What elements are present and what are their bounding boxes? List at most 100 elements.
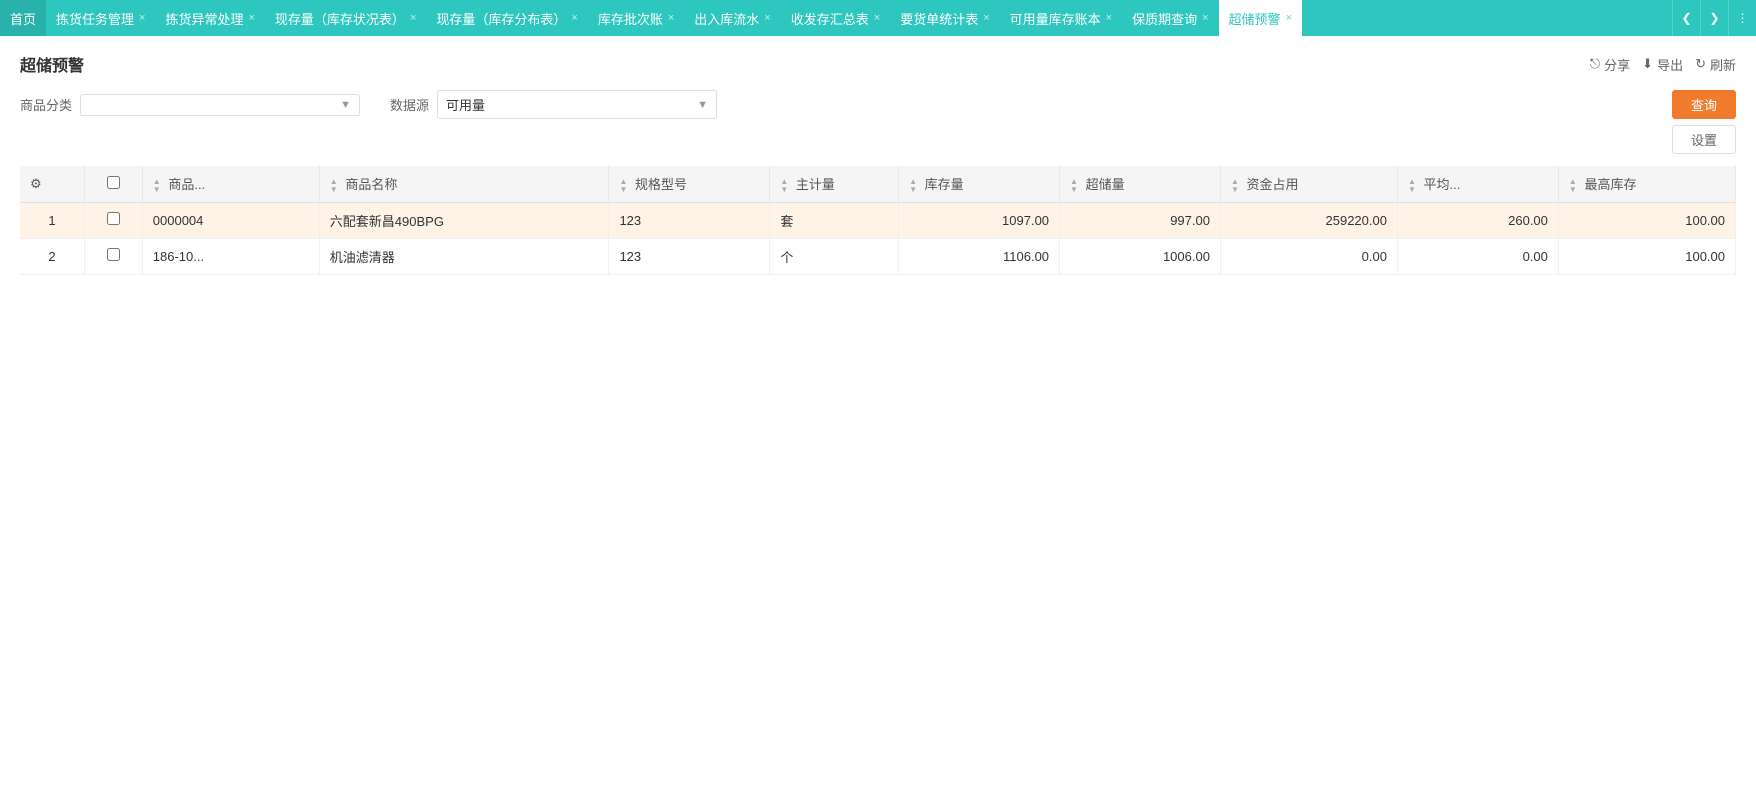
select-all-checkbox-header[interactable] — [84, 166, 142, 202]
row-spec-1: 123 — [609, 238, 770, 274]
nav-item-6[interactable]: 出入库流水 × — [684, 0, 780, 36]
datasource-chevron-icon: ▼ — [697, 99, 708, 111]
category-label: 商品分类 — [20, 95, 72, 114]
col-header-over[interactable]: ▲▼ 超储量 — [1060, 166, 1221, 202]
data-table: ⚙ ▲▼ 商品... ▲▼ 商品名称 ▲▼ 规格型号 ▲▼ — [20, 166, 1736, 275]
nav-item-label-10: 保质期查询 — [1132, 9, 1197, 28]
sort-maxstock-icon: ▲▼ — [1569, 178, 1577, 194]
sort-spec-icon: ▲▼ — [619, 178, 627, 194]
row-maxstock-0: 100.00 — [1558, 202, 1735, 238]
row-index-1: 2 — [20, 238, 84, 274]
nav-item-close-5[interactable]: × — [668, 12, 674, 24]
row-stock-0: 1097.00 — [899, 202, 1060, 238]
nav-item-label-6: 出入库流水 — [694, 9, 759, 28]
nav-item-label-0: 首页 — [10, 9, 36, 28]
category-chevron-icon: ▼ — [340, 99, 351, 111]
export-icon: ⬇ — [1642, 56, 1653, 72]
datasource-value: 可用量 — [446, 95, 485, 114]
nav-prev-arrow[interactable]: ❮ — [1672, 0, 1700, 36]
nav-item-0[interactable]: 首页 — [0, 0, 46, 36]
nav-item-close-3[interactable]: × — [410, 12, 416, 24]
share-button[interactable]: ⎋ 分享 — [1590, 55, 1630, 74]
category-select[interactable]: ▼ — [80, 94, 360, 116]
col-header-code[interactable]: ▲▼ 商品... — [142, 166, 319, 202]
nav-next-arrow[interactable]: ❯ — [1700, 0, 1728, 36]
nav-item-close-4[interactable]: × — [571, 12, 577, 24]
nav-item-close-7[interactable]: × — [874, 12, 880, 24]
col-header-maxstock[interactable]: ▲▼ 最高库存 — [1558, 166, 1735, 202]
refresh-button[interactable]: ↻ 刷新 — [1695, 55, 1736, 74]
row-checkbox-input-0[interactable] — [107, 212, 120, 225]
row-name-0: 六配套新昌490BPG — [319, 202, 609, 238]
table-row: 10000004六配套新昌490BPG123套1097.00997.002592… — [20, 202, 1736, 238]
nav-item-close-11[interactable]: × — [1286, 12, 1292, 24]
settings-button[interactable]: 设置 — [1672, 125, 1736, 154]
row-checkbox-input-1[interactable] — [107, 248, 120, 261]
row-code-1: 186-10... — [142, 238, 319, 274]
col-header-spec[interactable]: ▲▼ 规格型号 — [609, 166, 770, 202]
col-header-stock[interactable]: ▲▼ 库存量 — [899, 166, 1060, 202]
sort-avg-icon: ▲▼ — [1408, 178, 1416, 194]
row-capital-1: 0.00 — [1220, 238, 1397, 274]
col-header-unit[interactable]: ▲▼ 主计量 — [770, 166, 899, 202]
row-avg-0: 260.00 — [1397, 202, 1558, 238]
nav-item-label-9: 可用量库存账本 — [1010, 9, 1101, 28]
nav-item-5[interactable]: 库存批次账 × — [588, 0, 684, 36]
nav-item-4[interactable]: 现存量（库存分布表） × — [426, 0, 587, 36]
category-filter-group: 商品分类 ▼ — [20, 94, 360, 116]
page-title: 超储预警 — [20, 52, 84, 76]
nav-item-3[interactable]: 现存量（库存状况表） × — [265, 0, 426, 36]
col-header-name[interactable]: ▲▼ 商品名称 — [319, 166, 609, 202]
query-button[interactable]: 查询 — [1672, 90, 1736, 119]
nav-item-2[interactable]: 拣货异常处理 × — [155, 0, 264, 36]
nav-item-label-3: 现存量（库存状况表） — [275, 9, 405, 28]
page-header: 超储预警 ⎋ 分享 ⬇ 导出 ↻ 刷新 — [20, 52, 1736, 76]
nav-item-label-2: 拣货异常处理 — [165, 9, 243, 28]
share-icon: ⎋ — [1590, 56, 1600, 72]
nav-item-8[interactable]: 要货单统计表 × — [890, 0, 999, 36]
row-maxstock-1: 100.00 — [1558, 238, 1735, 274]
row-checkbox-0[interactable] — [84, 202, 142, 238]
select-all-checkbox[interactable] — [107, 176, 120, 189]
nav-item-7[interactable]: 收发存汇总表 × — [781, 0, 890, 36]
nav-item-label-7: 收发存汇总表 — [791, 9, 869, 28]
table-row: 2186-10...机油滤清器123个1106.001006.000.000.0… — [20, 238, 1736, 274]
nav-item-label-1: 拣货任务管理 — [56, 9, 134, 28]
row-checkbox-1[interactable] — [84, 238, 142, 274]
nav-item-close-10[interactable]: × — [1202, 12, 1208, 24]
nav-more-arrow[interactable]: ⋮ — [1728, 0, 1756, 36]
nav-item-11[interactable]: 超储预警 × — [1219, 0, 1302, 36]
nav-item-close-2[interactable]: × — [248, 12, 254, 24]
nav-item-label-4: 现存量（库存分布表） — [436, 9, 566, 28]
row-unit-0: 套 — [770, 202, 899, 238]
nav-item-label-11: 超储预警 — [1229, 9, 1281, 28]
nav-item-close-6[interactable]: × — [764, 12, 770, 24]
datasource-filter-group: 数据源 可用量 ▼ — [390, 90, 717, 119]
row-spec-0: 123 — [609, 202, 770, 238]
export-button[interactable]: ⬇ 导出 — [1642, 55, 1683, 74]
sort-over-icon: ▲▼ — [1070, 178, 1078, 194]
row-index-0: 1 — [20, 202, 84, 238]
nav-item-label-5: 库存批次账 — [598, 9, 663, 28]
nav-item-close-8[interactable]: × — [983, 12, 989, 24]
row-name-1: 机油滤清器 — [319, 238, 609, 274]
nav-item-9[interactable]: 可用量库存账本 × — [1000, 0, 1122, 36]
nav-item-close-1[interactable]: × — [139, 12, 145, 24]
top-navigation: 首页拣货任务管理 ×拣货异常处理 ×现存量（库存状况表） ×现存量（库存分布表）… — [0, 0, 1756, 36]
nav-item-10[interactable]: 保质期查询 × — [1122, 0, 1218, 36]
row-over-0: 997.00 — [1060, 202, 1221, 238]
row-over-1: 1006.00 — [1060, 238, 1221, 274]
col-header-avg[interactable]: ▲▼ 平均... — [1397, 166, 1558, 202]
nav-item-close-9[interactable]: × — [1106, 12, 1112, 24]
settings-gear-icon[interactable]: ⚙ — [20, 166, 84, 202]
datasource-label: 数据源 — [390, 95, 429, 114]
nav-item-1[interactable]: 拣货任务管理 × — [46, 0, 155, 36]
page-content: 超储预警 ⎋ 分享 ⬇ 导出 ↻ 刷新 商品分类 — [0, 36, 1756, 800]
refresh-icon: ↻ — [1695, 56, 1706, 72]
sort-capital-icon: ▲▼ — [1231, 178, 1239, 194]
sort-code-icon: ▲▼ — [153, 178, 161, 194]
col-header-capital[interactable]: ▲▼ 资金占用 — [1220, 166, 1397, 202]
table-header-row: ⚙ ▲▼ 商品... ▲▼ 商品名称 ▲▼ 规格型号 ▲▼ — [20, 166, 1736, 202]
row-unit-1: 个 — [770, 238, 899, 274]
datasource-select[interactable]: 可用量 ▼ — [437, 90, 717, 119]
